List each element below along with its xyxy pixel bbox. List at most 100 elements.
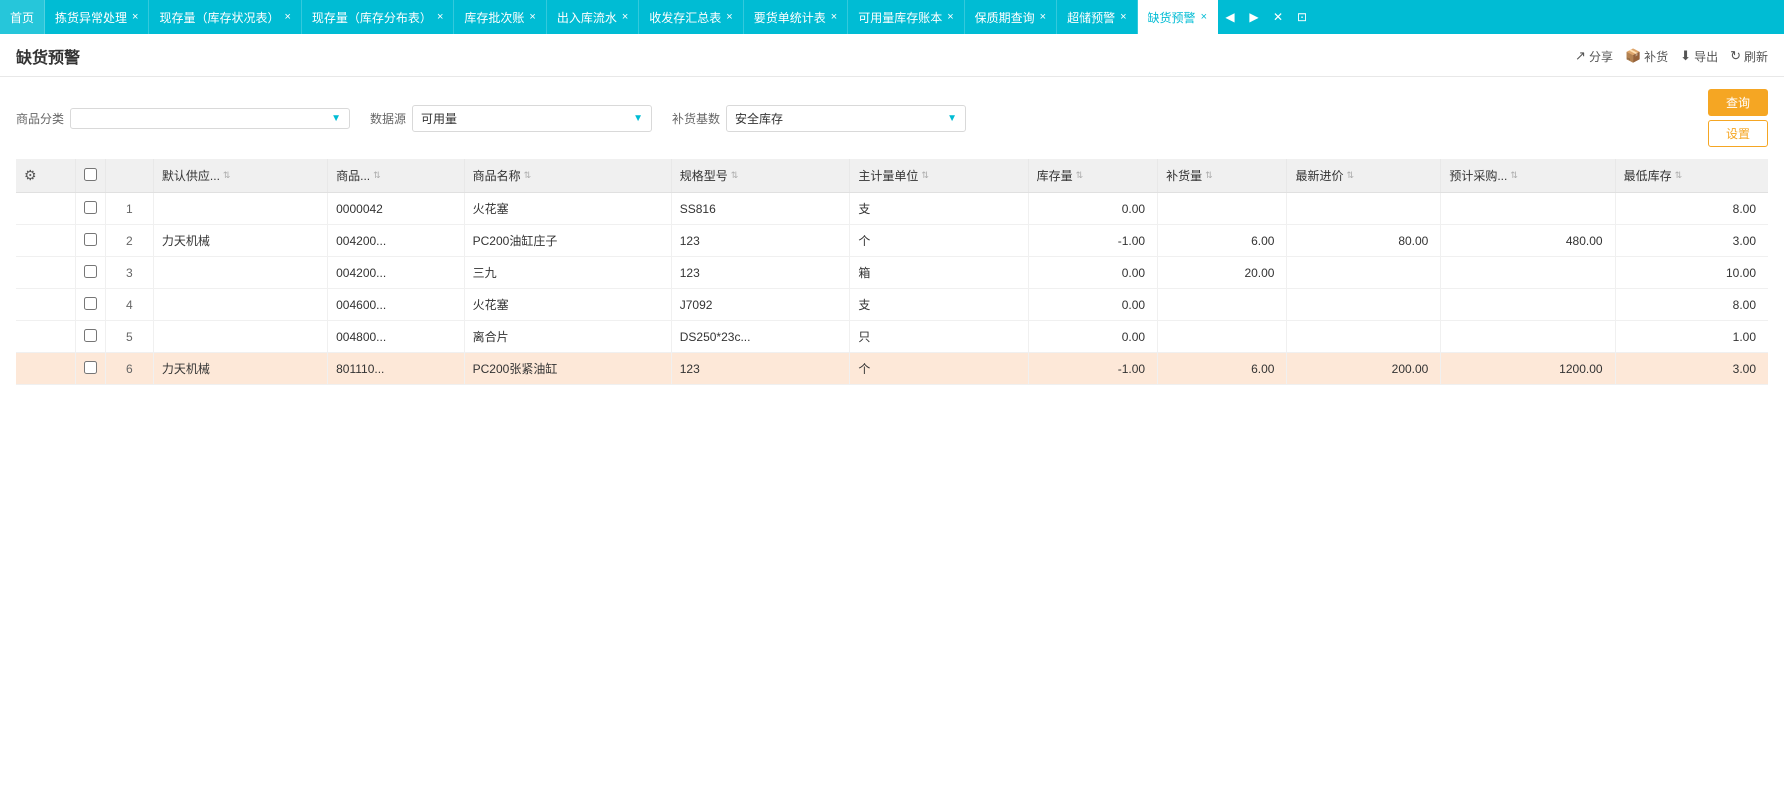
tab-shortage-close[interactable]: × <box>1201 11 1207 23</box>
row-checkbox-6[interactable] <box>84 361 97 374</box>
tab-inventory-status-close[interactable]: × <box>284 11 290 23</box>
tab-demand-stat-close[interactable]: × <box>831 11 837 23</box>
table-row[interactable]: 6 力天机械 801110... PC200张紧油缸 123 个 -1.00 6… <box>16 353 1768 385</box>
table-row[interactable]: 4 004600... 火花塞 J7092 支 0.00 8.00 <box>16 289 1768 321</box>
col-unit-sort-icon: ⇅ <box>921 170 929 181</box>
cell-min-stock: 8.00 <box>1615 289 1768 321</box>
category-select[interactable]: ▼ <box>70 108 350 129</box>
col-gear[interactable]: ⚙ <box>16 159 75 193</box>
cell-replenish <box>1158 193 1287 225</box>
tab-inout-flow[interactable]: 出入库流水 × <box>547 0 639 34</box>
col-replenish-label: 补货量 <box>1166 167 1202 184</box>
tab-expiry-query[interactable]: 保质期查询 × <box>965 0 1057 34</box>
cell-product-code: 004800... <box>328 321 465 353</box>
col-spec[interactable]: 规格型号 ⇅ <box>671 159 850 193</box>
tab-receive-summary-close[interactable]: × <box>726 11 732 23</box>
cell-checkbox[interactable] <box>75 225 105 257</box>
col-select-all[interactable] <box>75 159 105 193</box>
col-spec-sort-icon: ⇅ <box>731 170 739 181</box>
cell-checkbox[interactable] <box>75 193 105 225</box>
tab-demand-stat[interactable]: 要货单统计表 × <box>744 0 848 34</box>
replenish-base-select[interactable]: 安全库存 ▼ <box>726 105 966 132</box>
table-row[interactable]: 3 004200... 三九 123 箱 0.00 20.00 10.00 <box>16 257 1768 289</box>
cell-est-purchase <box>1441 289 1615 321</box>
cell-checkbox[interactable] <box>75 289 105 321</box>
tab-inventory-dist-close[interactable]: × <box>437 11 443 23</box>
refresh-label: 刷新 <box>1744 48 1768 65</box>
tab-inventory-dist[interactable]: 现存量（库存分布表） × <box>302 0 454 34</box>
tab-batch-account-close[interactable]: × <box>529 11 535 23</box>
cell-min-stock: 3.00 <box>1615 353 1768 385</box>
col-replenish[interactable]: 补货量 ⇅ <box>1158 159 1287 193</box>
tab-overstock-label: 超储预警 <box>1067 9 1115 26</box>
cell-stock: -1.00 <box>1028 225 1157 257</box>
cell-latest-price <box>1287 257 1441 289</box>
cell-replenish <box>1158 321 1287 353</box>
col-product-code-sort-icon: ⇅ <box>373 170 381 181</box>
cell-checkbox[interactable] <box>75 321 105 353</box>
cell-gear <box>16 353 75 385</box>
col-default-supplier-label: 默认供应... <box>162 167 220 184</box>
col-stock[interactable]: 库存量 ⇅ <box>1028 159 1157 193</box>
cell-latest-price: 80.00 <box>1287 225 1441 257</box>
tab-overstock[interactable]: 超储预警 × <box>1057 0 1137 34</box>
select-all-checkbox[interactable] <box>84 168 97 181</box>
row-checkbox-2[interactable] <box>84 233 97 246</box>
tab-overstock-close[interactable]: × <box>1120 11 1126 23</box>
cell-checkbox[interactable] <box>75 353 105 385</box>
cell-stock: 0.00 <box>1028 257 1157 289</box>
tab-prev-btn[interactable]: ◀ <box>1218 0 1242 34</box>
cell-product-code: 004200... <box>328 257 465 289</box>
col-latest-price[interactable]: 最新进价 ⇅ <box>1287 159 1441 193</box>
col-product-code[interactable]: 商品... ⇅ <box>328 159 465 193</box>
cell-gear <box>16 321 75 353</box>
tab-inventory-status[interactable]: 现存量（库存状况表） × <box>149 0 301 34</box>
category-label: 商品分类 <box>16 110 64 127</box>
category-filter-group: 商品分类 ▼ <box>16 108 350 129</box>
tab-available-ledger[interactable]: 可用量库存账本 × <box>848 0 964 34</box>
export-button[interactable]: ⬇ 导出 <box>1680 48 1718 65</box>
tab-close-all-btn[interactable]: ✕ <box>1266 0 1290 34</box>
tab-available-ledger-close[interactable]: × <box>947 11 953 23</box>
refresh-button[interactable]: ↻ 刷新 <box>1730 48 1768 65</box>
cell-replenish: 20.00 <box>1158 257 1287 289</box>
cell-product-name: 火花塞 <box>464 289 671 321</box>
share-button[interactable]: ↗ 分享 <box>1575 48 1613 65</box>
cell-replenish: 6.00 <box>1158 225 1287 257</box>
col-est-purchase[interactable]: 预计采购... ⇅ <box>1441 159 1615 193</box>
row-checkbox-3[interactable] <box>84 265 97 278</box>
datasource-select[interactable]: 可用量 ▼ <box>412 105 652 132</box>
tab-exception-close[interactable]: × <box>132 11 138 23</box>
row-checkbox-4[interactable] <box>84 297 97 310</box>
replenish-button[interactable]: 📦 补货 <box>1625 48 1668 65</box>
setting-button[interactable]: 设置 <box>1708 120 1768 147</box>
gear-icon[interactable]: ⚙ <box>24 167 37 183</box>
table-row[interactable]: 1 0000042 火花塞 SS816 支 0.00 8.00 <box>16 193 1768 225</box>
table-row[interactable]: 2 力天机械 004200... PC200油缸庄子 123 个 -1.00 6… <box>16 225 1768 257</box>
cell-product-name: 离合片 <box>464 321 671 353</box>
tab-inout-flow-close[interactable]: × <box>622 11 628 23</box>
row-checkbox-1[interactable] <box>84 201 97 214</box>
col-product-name[interactable]: 商品名称 ⇅ <box>464 159 671 193</box>
tab-batch-account[interactable]: 库存批次账 × <box>454 0 546 34</box>
tab-shortage[interactable]: 缺货预警 × <box>1138 0 1218 34</box>
cell-checkbox[interactable] <box>75 257 105 289</box>
data-table: ⚙ 默认供应... ⇅ 商品... <box>16 159 1768 385</box>
filter-actions: 查询 设置 <box>1708 89 1768 147</box>
header-actions: ↗ 分享 📦 补货 ⬇ 导出 ↻ 刷新 <box>1575 48 1768 65</box>
row-checkbox-5[interactable] <box>84 329 97 342</box>
col-unit[interactable]: 主计量单位 ⇅ <box>850 159 1028 193</box>
tab-bar: 首页 拣货异常处理 × 现存量（库存状况表） × 现存量（库存分布表） × 库存… <box>0 0 1784 34</box>
cell-latest-price <box>1287 321 1441 353</box>
table-row[interactable]: 5 004800... 离合片 DS250*23c... 只 0.00 1.00 <box>16 321 1768 353</box>
query-button[interactable]: 查询 <box>1708 89 1768 116</box>
tab-expiry-query-close[interactable]: × <box>1040 11 1046 23</box>
tab-expand-btn[interactable]: ⊡ <box>1290 0 1314 34</box>
col-min-stock[interactable]: 最低库存 ⇅ <box>1615 159 1768 193</box>
tab-next-btn[interactable]: ▶ <box>1242 0 1266 34</box>
tab-exception[interactable]: 拣货异常处理 × <box>45 0 149 34</box>
cell-default-supplier <box>153 289 327 321</box>
tab-receive-summary[interactable]: 收发存汇总表 × <box>639 0 743 34</box>
tab-home[interactable]: 首页 <box>0 0 45 34</box>
col-default-supplier[interactable]: 默认供应... ⇅ <box>153 159 327 193</box>
